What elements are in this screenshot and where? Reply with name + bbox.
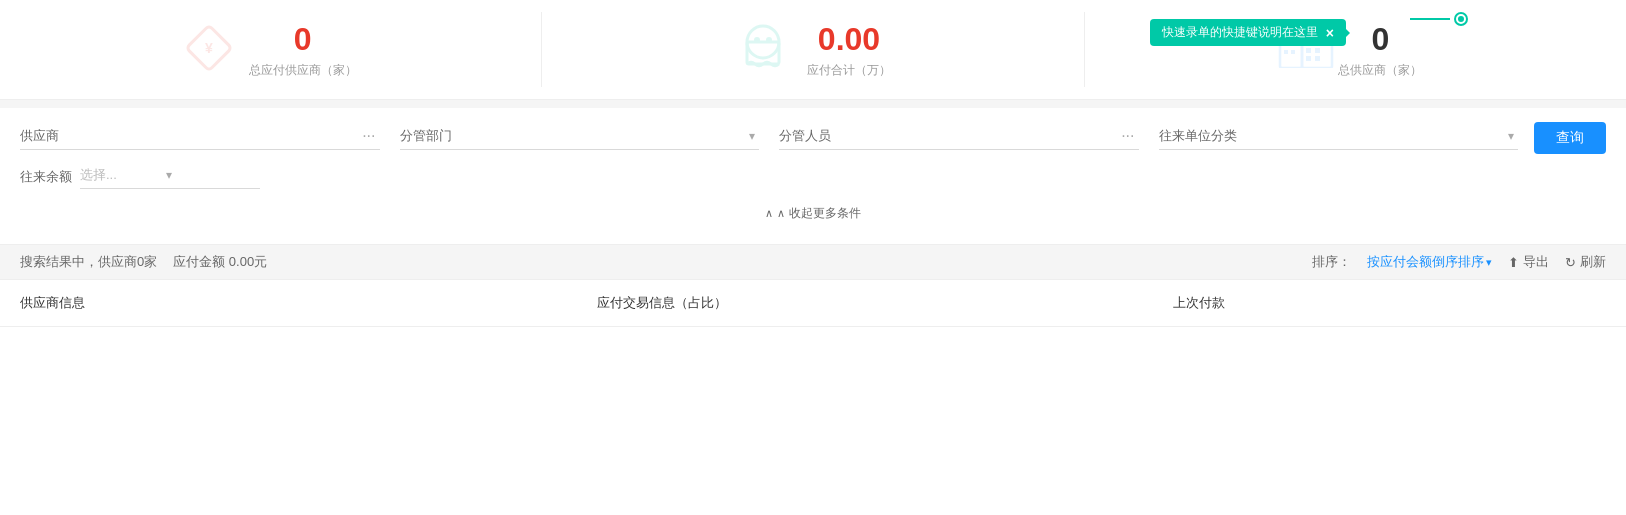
payable-suppliers-number: 0 — [294, 20, 312, 58]
manager-dots-icon[interactable]: ··· — [1117, 127, 1138, 145]
total-suppliers-number: 0 — [1371, 20, 1389, 58]
balance-placeholder: 选择... — [80, 166, 166, 184]
ghost-icon — [735, 20, 791, 76]
manager-label: 分管人员 — [779, 127, 831, 145]
tooltip-dot — [1456, 14, 1466, 24]
filter-section: 供应商 ··· 分管部门 ▾ 分管人员 ··· 往来单位分类 ▾ 查询 往来余额… — [0, 108, 1626, 245]
sort-value-text: 按应付会额倒序排序 — [1367, 253, 1484, 271]
supplier-input[interactable] — [67, 128, 358, 143]
export-button[interactable]: ⬆ 导出 — [1508, 253, 1549, 271]
supplier-label: 供应商 — [20, 127, 59, 145]
filter-row-1: 供应商 ··· 分管部门 ▾ 分管人员 ··· 往来单位分类 ▾ 查询 — [20, 122, 1606, 154]
balance-select[interactable]: 选择... ▾ — [80, 164, 260, 189]
svg-rect-13 — [1315, 48, 1320, 53]
svg-rect-12 — [1306, 48, 1311, 53]
refresh-button[interactable]: ↻ 刷新 — [1565, 253, 1606, 271]
total-suppliers-label: 总供应商（家） — [1338, 62, 1422, 79]
unit-classification-input[interactable] — [1245, 128, 1505, 143]
results-bar: 搜索结果中，供应商0家 应付金额 0.00元 排序： 按应付会额倒序排序 ▾ ⬆… — [0, 245, 1626, 280]
collapse-icon: ∧ ∧ — [765, 207, 784, 220]
department-arrow-icon[interactable]: ▾ — [745, 129, 759, 143]
diamond-icon: ¥ — [185, 24, 233, 72]
results-summary: 搜索结果中，供应商0家 — [20, 253, 157, 271]
supplier-dots-icon[interactable]: ··· — [358, 127, 379, 145]
stat-payable-suppliers: ¥ 0 总应付供应商（家） — [0, 12, 542, 87]
tooltip-close-button[interactable]: × — [1326, 25, 1334, 41]
svg-rect-7 — [1302, 42, 1332, 68]
sort-select[interactable]: 按应付会额倒序排序 ▾ — [1367, 253, 1492, 271]
collapse-button[interactable]: ∧ ∧ 收起更多条件 — [749, 201, 876, 226]
payable-total-number: 0.00 — [818, 20, 880, 58]
unit-classification-arrow-icon[interactable]: ▾ — [1504, 129, 1518, 143]
collapse-row: ∧ ∧ 收起更多条件 — [20, 197, 1606, 236]
department-filter[interactable]: 分管部门 ▾ — [400, 127, 760, 150]
svg-rect-10 — [1284, 50, 1288, 54]
results-actions: 排序： 按应付会额倒序排序 ▾ ⬆ 导出 ↻ 刷新 — [1312, 253, 1606, 271]
export-label: 导出 — [1523, 253, 1549, 271]
refresh-label: 刷新 — [1580, 253, 1606, 271]
svg-point-4 — [754, 37, 760, 43]
sort-arrow-icon: ▾ — [1486, 256, 1492, 269]
results-amount: 应付金额 0.00元 — [173, 253, 267, 271]
supplier-filter[interactable]: 供应商 ··· — [20, 127, 380, 150]
svg-point-5 — [766, 37, 772, 43]
table-col-payment: 上次付款 — [1173, 294, 1606, 312]
collapse-label: 收起更多条件 — [789, 205, 861, 222]
svg-rect-11 — [1291, 50, 1295, 54]
shortcut-tooltip: 快速录单的快捷键说明在这里 × — [1150, 19, 1346, 46]
balance-arrow-icon[interactable]: ▾ — [166, 168, 252, 182]
sort-label: 排序： — [1312, 253, 1351, 271]
unit-classification-label: 往来单位分类 — [1159, 127, 1237, 145]
department-input[interactable] — [460, 128, 746, 143]
payable-total-label: 应付合计（万） — [807, 62, 891, 79]
table-col-transaction: 应付交易信息（占比） — [597, 294, 1174, 312]
department-label: 分管部门 — [400, 127, 452, 145]
search-button[interactable]: 查询 — [1534, 122, 1606, 154]
table-header: 供应商信息 应付交易信息（占比） 上次付款 — [0, 280, 1626, 327]
manager-input[interactable] — [839, 128, 1117, 143]
unit-classification-filter[interactable]: 往来单位分类 ▾ — [1159, 127, 1519, 150]
stat-payable-total: 0.00 应付合计（万） — [542, 12, 1084, 87]
svg-rect-15 — [1315, 56, 1320, 61]
table-col-supplier: 供应商信息 — [20, 294, 597, 312]
tooltip-text: 快速录单的快捷键说明在这里 — [1162, 24, 1318, 41]
tooltip-line — [1410, 18, 1450, 20]
filter-row-2: 往来余额 选择... ▾ — [20, 164, 1606, 189]
tooltip-area: 快速录单的快捷键说明在这里 × — [1410, 14, 1466, 24]
results-info: 搜索结果中，供应商0家 应付金额 0.00元 — [20, 253, 267, 271]
balance-label: 往来余额 — [20, 168, 72, 186]
svg-text:¥: ¥ — [205, 40, 213, 56]
stats-bar: ¥ 0 总应付供应商（家） — [0, 0, 1626, 100]
svg-rect-14 — [1306, 56, 1311, 61]
manager-filter[interactable]: 分管人员 ··· — [779, 127, 1139, 150]
table-body — [0, 327, 1626, 515]
payable-suppliers-label: 总应付供应商（家） — [249, 62, 357, 79]
refresh-icon: ↻ — [1565, 255, 1576, 270]
export-icon: ⬆ — [1508, 255, 1519, 270]
